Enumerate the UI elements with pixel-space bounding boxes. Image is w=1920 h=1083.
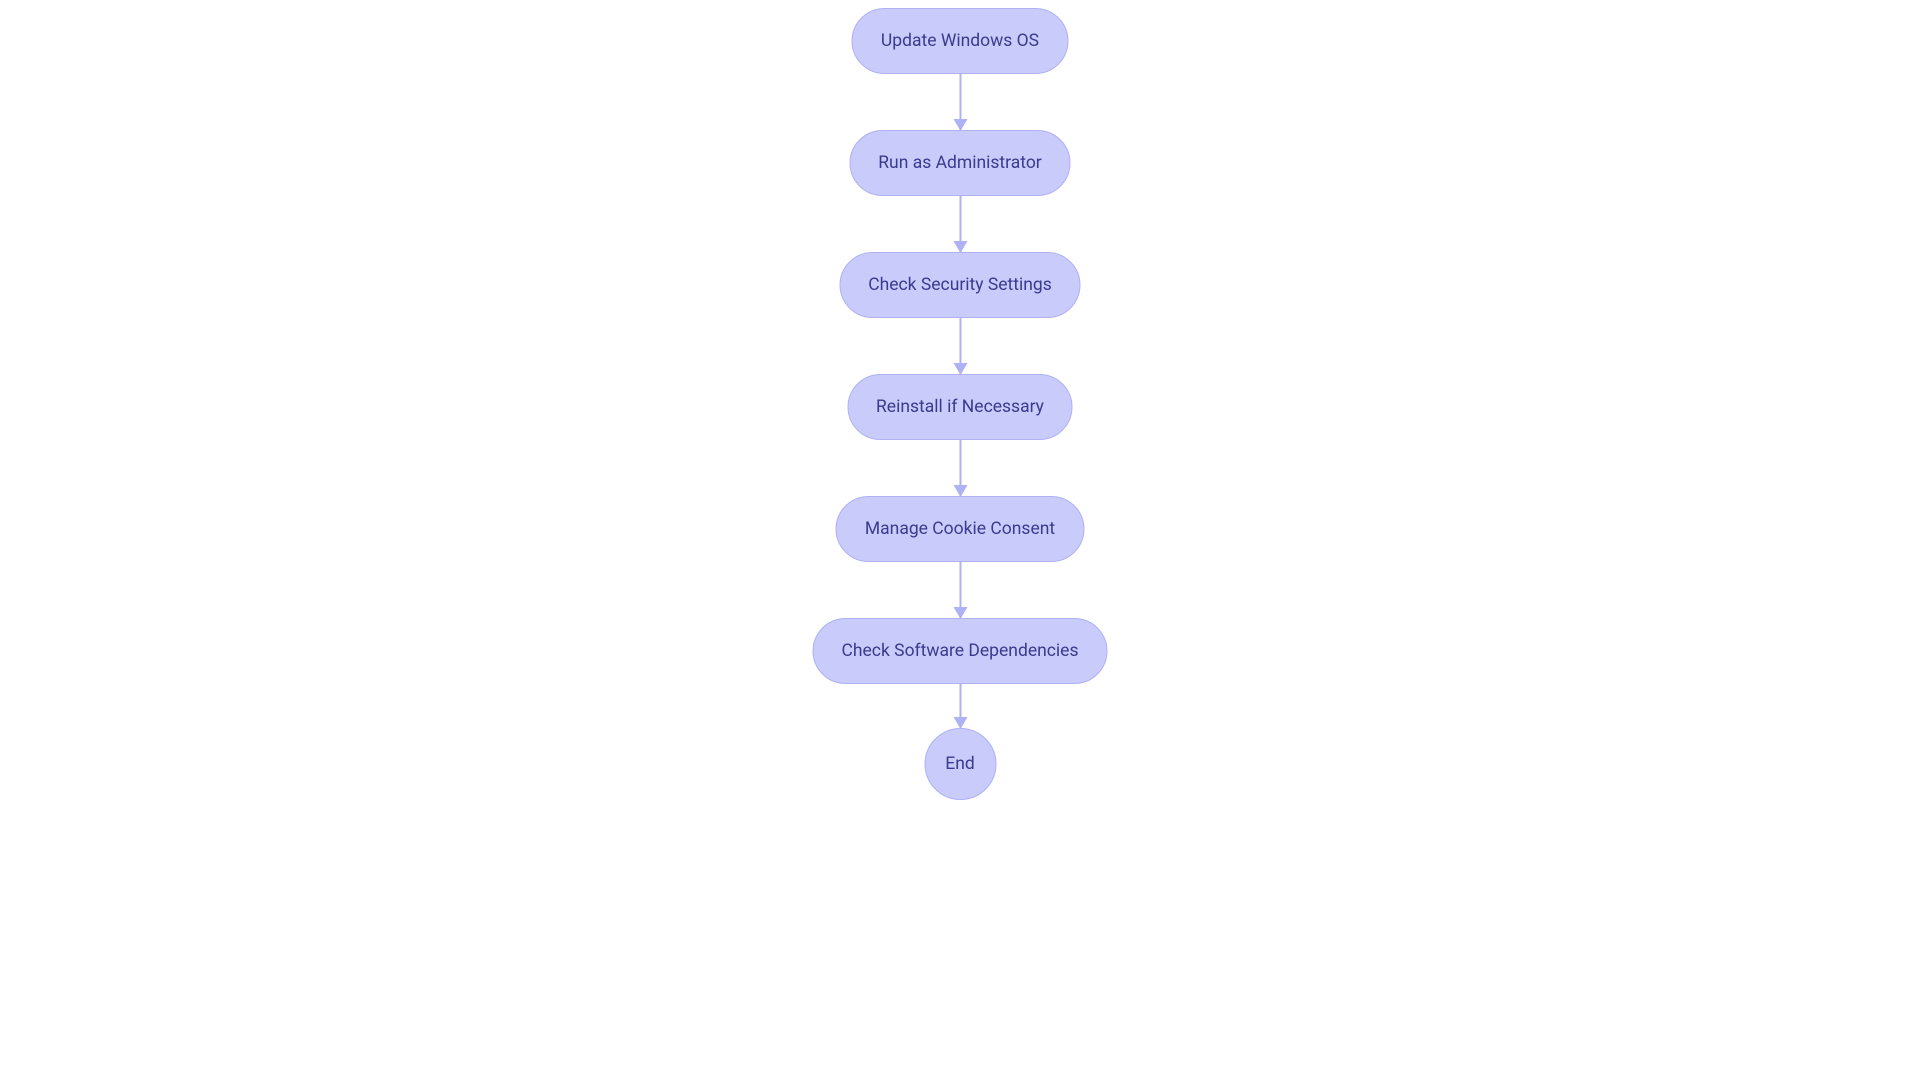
- node-check-security[interactable]: Check Security Settings: [839, 252, 1081, 318]
- node-label: Update Windows OS: [881, 31, 1039, 51]
- node-software-dependencies[interactable]: Check Software Dependencies: [813, 618, 1108, 684]
- arrow-head-icon: [953, 363, 967, 375]
- node-end[interactable]: End: [924, 728, 996, 800]
- arrow-head-icon: [953, 119, 967, 131]
- node-update-windows[interactable]: Update Windows OS: [852, 8, 1068, 74]
- node-label: Check Security Settings: [868, 275, 1052, 295]
- node-label: Manage Cookie Consent: [865, 519, 1055, 539]
- node-label: Reinstall if Necessary: [876, 397, 1044, 417]
- arrow-1: [959, 74, 961, 130]
- node-label: Run as Administrator: [878, 153, 1041, 173]
- node-label: Check Software Dependencies: [842, 641, 1079, 661]
- node-label: End: [945, 754, 974, 774]
- arrow-4: [959, 440, 961, 496]
- arrow-5: [959, 562, 961, 618]
- arrow-head-icon: [953, 717, 967, 729]
- arrow-head-icon: [953, 485, 967, 497]
- node-reinstall[interactable]: Reinstall if Necessary: [847, 374, 1073, 440]
- arrow-head-icon: [953, 241, 967, 253]
- arrow-3: [959, 318, 961, 374]
- arrow-2: [959, 196, 961, 252]
- arrow-head-icon: [953, 607, 967, 619]
- arrow-6: [959, 684, 961, 728]
- flowchart-container: Update Windows OS Run as Administrator C…: [813, 8, 1108, 800]
- node-run-administrator[interactable]: Run as Administrator: [849, 130, 1070, 196]
- node-cookie-consent[interactable]: Manage Cookie Consent: [836, 496, 1084, 562]
